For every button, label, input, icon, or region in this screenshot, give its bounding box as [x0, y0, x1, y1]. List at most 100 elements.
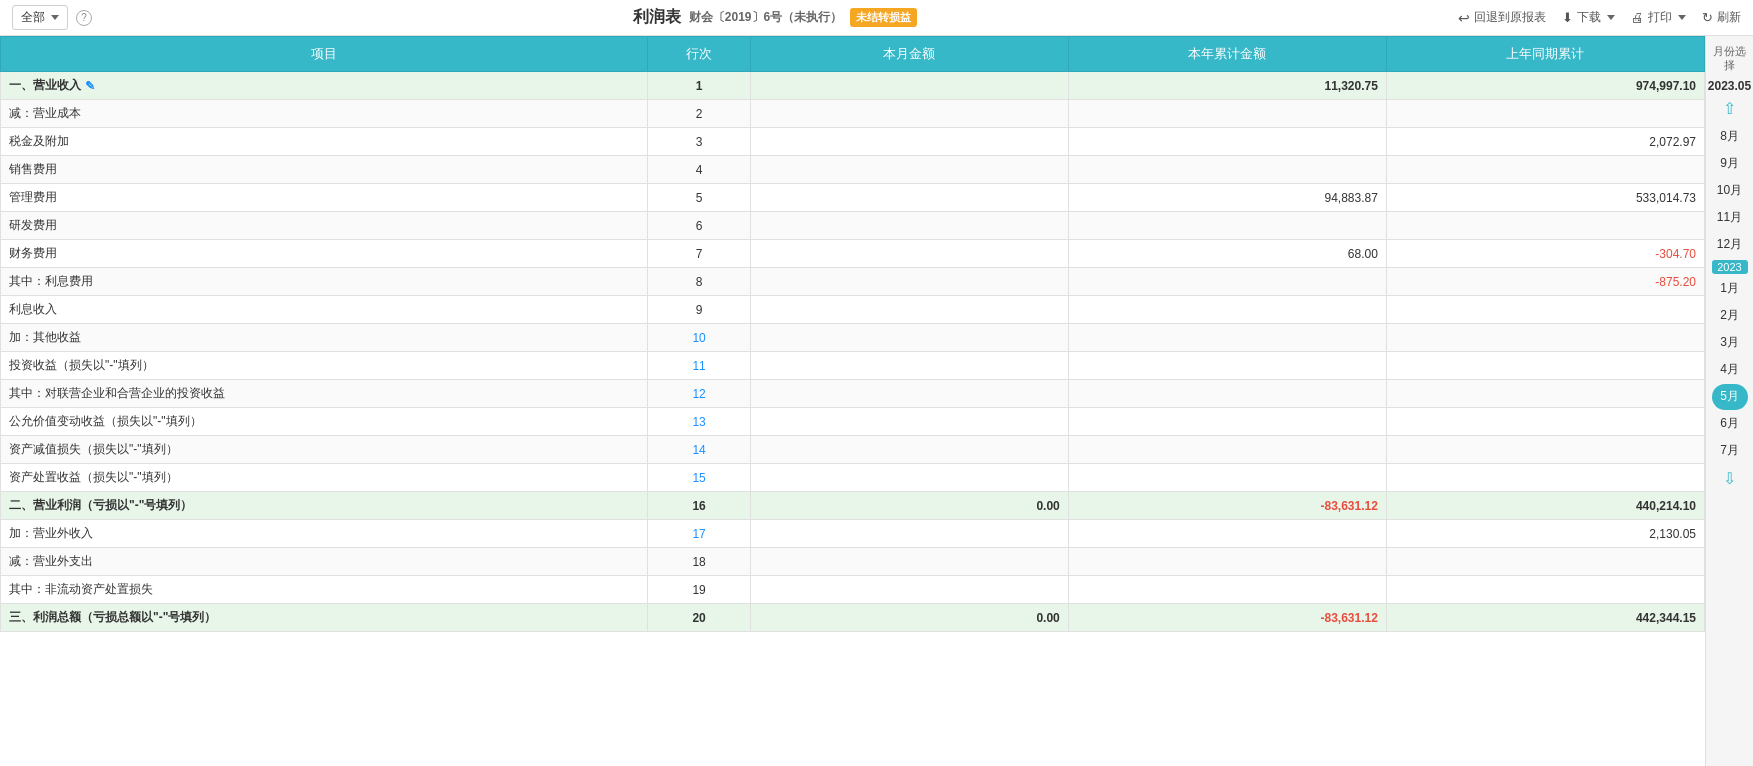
sidebar-month-item[interactable]: 2月 [1712, 303, 1748, 329]
report-title: 利润表 [633, 7, 681, 28]
sidebar-month-item[interactable]: 3月 [1712, 330, 1748, 356]
table-cell-year [1068, 436, 1386, 464]
download-chevron-icon [1607, 15, 1615, 20]
download-btn[interactable]: ⬇ 下载 [1562, 9, 1615, 26]
table-cell-month [750, 576, 1068, 604]
table-cell-month [750, 408, 1068, 436]
table-cell-month [750, 380, 1068, 408]
table-cell-prev [1386, 352, 1704, 380]
table-cell-item: 利息收入 [1, 296, 648, 324]
table-cell-year: 11,320.75 [1068, 72, 1386, 100]
report-subtitle: 财会〔2019〕6号（未执行） [689, 9, 842, 26]
col-header-prev: 上年同期累计 [1386, 37, 1704, 72]
table-cell-row: 16 [648, 492, 750, 520]
sidebar-down-btn[interactable]: ⇩ [1716, 465, 1744, 493]
table-cell-item: 加：其他收益 [1, 324, 648, 352]
table-cell-item: 其中：对联营企业和合营企业的投资收益 [1, 380, 648, 408]
table-cell-row: 2 [648, 100, 750, 128]
table-cell-item: 管理费用 [1, 184, 648, 212]
table-cell-item: 公允价值变动收益（损失以"-"填列） [1, 408, 648, 436]
table-cell-row: 20 [648, 604, 750, 632]
table-cell-year [1068, 268, 1386, 296]
print-icon: 🖨 [1631, 10, 1644, 25]
chevron-down-icon [51, 15, 59, 20]
table-cell-year [1068, 380, 1386, 408]
sidebar-month-item[interactable]: 1月 [1712, 276, 1748, 302]
sidebar-title: 月份选择 [1706, 40, 1753, 77]
refresh-btn[interactable]: ↻ 刷新 [1702, 9, 1741, 26]
table-cell-item: 减：营业外支出 [1, 548, 648, 576]
table-cell-prev [1386, 436, 1704, 464]
sidebar-month-item[interactable]: 7月 [1712, 438, 1748, 464]
table-cell-row: 3 [648, 128, 750, 156]
table-cell-year [1068, 352, 1386, 380]
back-icon: ↩ [1458, 10, 1470, 26]
table-cell-row: 5 [648, 184, 750, 212]
back-btn[interactable]: ↩ 回退到原报表 [1458, 9, 1546, 26]
col-header-year: 本年累计金额 [1068, 37, 1386, 72]
table-cell-row: 15 [648, 464, 750, 492]
sidebar-month-item[interactable]: 2023 [1712, 260, 1748, 274]
sidebar-month-item[interactable]: 8月 [1712, 124, 1748, 150]
table-area: 项目 行次 本月金额 本年累计金额 上年同期累计 一、营业收入✎111,320.… [0, 36, 1705, 766]
table-cell-year [1068, 100, 1386, 128]
table-cell-item: 财务费用 [1, 240, 648, 268]
table-cell-prev [1386, 464, 1704, 492]
sidebar-month-item[interactable]: 6月 [1712, 411, 1748, 437]
top-selector: 全部 ? [12, 5, 92, 30]
page-container: 全部 ? 利润表 财会〔2019〕6号（未执行） 未结转损益 ↩ 回退到原报表 … [0, 0, 1753, 766]
table-cell-prev [1386, 548, 1704, 576]
table-cell-year [1068, 408, 1386, 436]
sidebar-months: 8月9月10月11月12月 2023 1月2月3月4月5月6月7月 [1712, 123, 1748, 465]
table-cell-year [1068, 324, 1386, 352]
table-cell-prev [1386, 380, 1704, 408]
col-header-item: 项目 [1, 37, 648, 72]
sidebar-month-item[interactable]: 5月 [1712, 384, 1748, 410]
sidebar-right: 月份选择 2023.05 ⇧ 8月9月10月11月12月 2023 1月2月3月4月… [1705, 36, 1753, 766]
col-header-row: 行次 [648, 37, 750, 72]
selector-dropdown[interactable]: 全部 [12, 5, 68, 30]
edit-icon[interactable]: ✎ [85, 79, 99, 93]
sidebar-month-item[interactable]: 4月 [1712, 357, 1748, 383]
table-cell-month [750, 464, 1068, 492]
table-cell-month [750, 212, 1068, 240]
table-cell-month [750, 296, 1068, 324]
table-cell-year [1068, 212, 1386, 240]
table-cell-row: 7 [648, 240, 750, 268]
sidebar-month-item[interactable]: 12月 [1712, 232, 1748, 258]
table-cell-prev [1386, 296, 1704, 324]
table-cell-month: 0.00 [750, 492, 1068, 520]
table-cell-item: 其中：非流动资产处置损失 [1, 576, 648, 604]
refresh-icon: ↻ [1702, 10, 1713, 25]
table-cell-month [750, 240, 1068, 268]
table-cell-prev: -875.20 [1386, 268, 1704, 296]
table-cell-row: 18 [648, 548, 750, 576]
table-cell-month [750, 128, 1068, 156]
sidebar-month-item[interactable]: 11月 [1712, 205, 1748, 231]
table-cell-row: 11 [648, 352, 750, 380]
sidebar-year: 2023.05 [1706, 77, 1753, 95]
table-cell-row: 17 [648, 520, 750, 548]
help-icon[interactable]: ? [76, 10, 92, 26]
table-cell-row: 8 [648, 268, 750, 296]
header-actions: ↩ 回退到原报表 ⬇ 下载 🖨 打印 ↻ 刷新 [1458, 9, 1741, 26]
table-cell-item: 税金及附加 [1, 128, 648, 156]
table-cell-row: 9 [648, 296, 750, 324]
table-cell-item: 二、营业利润（亏损以"-"号填列） [1, 492, 648, 520]
sidebar-month-item[interactable]: 9月 [1712, 151, 1748, 177]
table-cell-year [1068, 296, 1386, 324]
print-btn[interactable]: 🖨 打印 [1631, 9, 1686, 26]
table-cell-prev [1386, 100, 1704, 128]
table-cell-month [750, 352, 1068, 380]
table-cell-row: 4 [648, 156, 750, 184]
table-cell-year: 94,883.87 [1068, 184, 1386, 212]
table-cell-prev [1386, 576, 1704, 604]
table-cell-prev: -304.70 [1386, 240, 1704, 268]
unexecuted-badge: 未结转损益 [850, 8, 917, 27]
sidebar-month-item[interactable]: 10月 [1712, 178, 1748, 204]
table-cell-item: 研发费用 [1, 212, 648, 240]
table-cell-month [750, 72, 1068, 100]
table-cell-year [1068, 128, 1386, 156]
table-cell-year: 68.00 [1068, 240, 1386, 268]
sidebar-up-btn[interactable]: ⇧ [1716, 95, 1744, 123]
